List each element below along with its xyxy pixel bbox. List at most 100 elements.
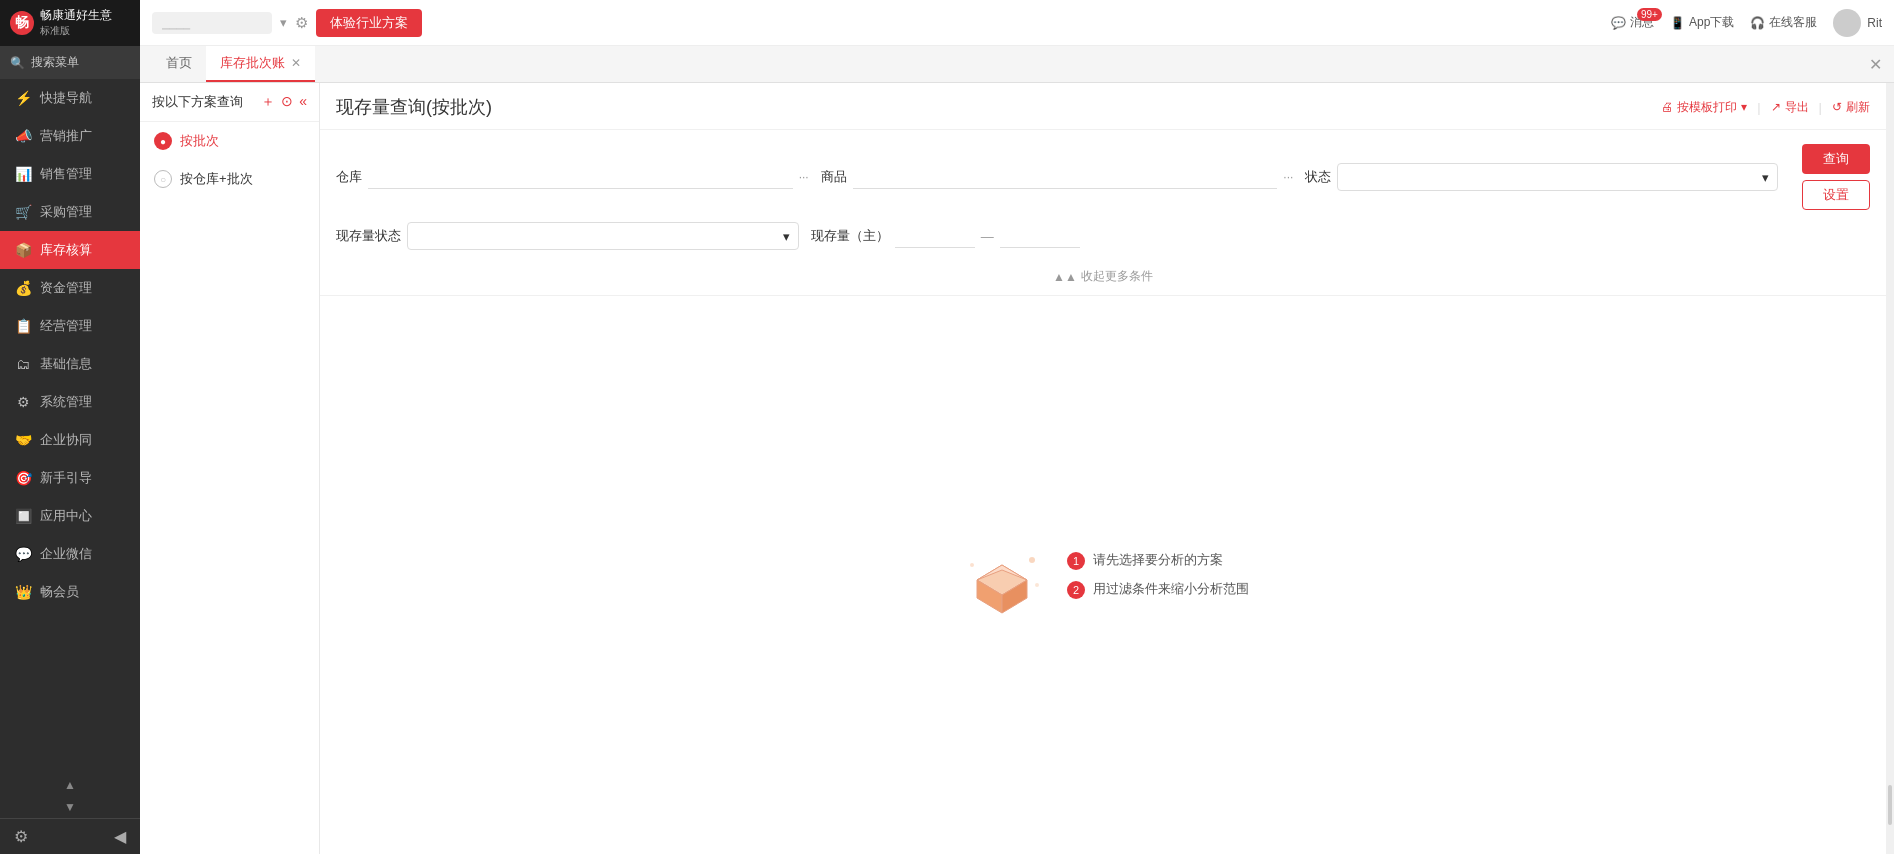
inventory-quantity-from[interactable]	[895, 224, 975, 248]
app-name: 畅康通好生意	[40, 8, 112, 24]
collapse-up-icon: ▲▲	[1053, 270, 1077, 284]
tip-num-2: 2	[1067, 581, 1085, 599]
refresh-btn[interactable]: ↺ 刷新	[1832, 99, 1870, 116]
warehouse-more-icon[interactable]: ···	[799, 170, 809, 184]
plan-label: 按仓库+批次	[180, 170, 253, 188]
system-icon: ⚙	[14, 394, 32, 410]
tab-label: 库存批次账	[220, 54, 285, 72]
warehouse-filter-group: 仓库 ···	[336, 165, 809, 189]
topbar-dropdown-icon[interactable]: ▾	[280, 15, 287, 30]
message-action[interactable]: 💬 消息 99+	[1611, 14, 1654, 31]
collapse-sidebar-icon[interactable]: ◀	[114, 827, 126, 846]
guide-icon: 🎯	[14, 470, 32, 486]
refresh-icon: ↺	[1832, 100, 1842, 114]
tab-close-icon[interactable]: ✕	[291, 56, 301, 70]
sidebar-item-sales[interactable]: 📊 销售管理	[0, 155, 140, 193]
status-select[interactable]: ▾	[1337, 163, 1778, 191]
sidebar-item-guide[interactable]: 🎯 新手引导	[0, 459, 140, 497]
tab-home[interactable]: 首页	[152, 46, 206, 82]
tip-item-1: 1 请先选择要分析的方案	[1067, 551, 1249, 570]
enterprise-icon: 🤝	[14, 432, 32, 448]
sidebar-item-wechat[interactable]: 💬 企业微信	[0, 535, 140, 573]
sidebar-item-finance[interactable]: 💰 资金管理	[0, 269, 140, 307]
sidebar-item-enterprise[interactable]: 🤝 企业协同	[0, 421, 140, 459]
sidebar-footer: ⚙ ◀	[0, 818, 140, 854]
sidebar-scroll-up[interactable]: ▲	[0, 774, 140, 796]
user-action[interactable]: Rit	[1833, 9, 1882, 37]
status-filter-group: 状态 ▾	[1305, 163, 1778, 191]
sidebar-item-label: 系统管理	[40, 393, 92, 411]
tabbar-close-btn[interactable]: ✕	[1869, 55, 1882, 74]
plan-item-batch[interactable]: ● 按批次	[140, 122, 319, 160]
sidebar-item-label: 营销推广	[40, 127, 92, 145]
print-dropdown-icon[interactable]: ▾	[1741, 100, 1747, 114]
online-service-action[interactable]: 🎧 在线客服	[1750, 14, 1817, 31]
sidebar-item-purchase[interactable]: 🛒 采购管理	[0, 193, 140, 231]
app-download-icon: 📱	[1670, 16, 1685, 30]
right-scrollbar[interactable]	[1886, 83, 1894, 854]
svg-point-4	[1029, 557, 1035, 563]
main-area: ⎯⎯⎯⎯ ▾ ⚙ 体验行业方案 💬 消息 99+ 📱 App下载 🎧 在线客服 …	[140, 0, 1894, 854]
filter-row-2: 现存量状态 ▾ 现存量（主） —	[336, 222, 1870, 250]
svg-point-5	[970, 563, 974, 567]
left-panel: 按以下方案查询 ＋ ⊙ « ● 按批次 ○ 按仓库+批次	[140, 83, 320, 854]
inventory-status-select[interactable]: ▾	[407, 222, 799, 250]
sidebar-item-label: 基础信息	[40, 355, 92, 373]
sidebar-item-app-center[interactable]: 🔲 应用中心	[0, 497, 140, 535]
sidebar-item-quick-nav[interactable]: ⚡ 快捷导航	[0, 79, 140, 117]
inventory-quantity-to[interactable]	[1000, 224, 1080, 248]
sidebar-scroll-down[interactable]: ▼	[0, 796, 140, 818]
tip-num-1: 1	[1067, 552, 1085, 570]
warehouse-input[interactable]	[368, 165, 793, 189]
inventory-status-arrow: ▾	[783, 229, 790, 244]
settings-button[interactable]: 设置	[1802, 180, 1870, 210]
sidebar-item-system[interactable]: ⚙ 系统管理	[0, 383, 140, 421]
page-header-actions: 🖨 按模板打印 ▾ | ↗ 导出 | ↺ 刷新	[1661, 99, 1870, 116]
headset-icon: 🎧	[1750, 16, 1765, 30]
inventory-icon: 📦	[14, 242, 32, 258]
print-btn[interactable]: 🖨 按模板打印 ▾	[1661, 99, 1747, 116]
left-panel-header-icons: ＋ ⊙ «	[261, 93, 307, 111]
topbar-gear-icon[interactable]: ⚙	[295, 14, 308, 32]
print-icon: 🖨	[1661, 100, 1673, 114]
inventory-quantity-range: —	[895, 224, 1080, 248]
tip-item-2: 2 用过滤条件来缩小分析范围	[1067, 580, 1249, 599]
app-download-action[interactable]: 📱 App下载	[1670, 14, 1734, 31]
tip-text-2: 用过滤条件来缩小分析范围	[1093, 580, 1249, 598]
marketing-icon: 📣	[14, 128, 32, 144]
sidebar-item-label: 畅会员	[40, 583, 79, 601]
search-menu[interactable]: 🔍 搜索菜单	[0, 46, 140, 79]
trial-btn[interactable]: 体验行业方案	[316, 9, 422, 37]
add-plan-icon[interactable]: ＋	[261, 93, 275, 111]
export-btn[interactable]: ↗ 导出	[1771, 99, 1809, 116]
warehouse-label: 仓库	[336, 168, 362, 186]
collapse-panel-icon[interactable]: «	[299, 93, 307, 111]
collapse-more-btn[interactable]: ▲▲ 收起更多条件	[336, 262, 1870, 287]
empty-state-content: 1 请先选择要分析的方案 2 用过滤条件来缩小分析范围	[957, 530, 1249, 620]
sidebar-item-label: 经营管理	[40, 317, 92, 335]
export-icon: ↗	[1771, 100, 1781, 114]
plan-inactive-icon: ○	[154, 170, 172, 188]
settings-plan-icon[interactable]: ⊙	[281, 93, 293, 111]
settings-icon[interactable]: ⚙	[14, 827, 28, 846]
refresh-label: 刷新	[1846, 99, 1870, 116]
sidebar: 畅 畅康通好生意 标准版 🔍 搜索菜单 ⚡ 快捷导航 📣 营销推广 📊 销售管理…	[0, 0, 140, 854]
sidebar-header: 畅 畅康通好生意 标准版	[0, 0, 140, 46]
topbar-search[interactable]: ⎯⎯⎯⎯	[152, 12, 272, 34]
product-more-icon[interactable]: ···	[1283, 170, 1293, 184]
page-header: 现存量查询(按批次) 🖨 按模板打印 ▾ | ↗ 导出 | ↺	[320, 83, 1886, 130]
query-button[interactable]: 查询	[1802, 144, 1870, 174]
sidebar-item-inventory[interactable]: 📦 库存核算	[0, 231, 140, 269]
tab-inventory-batch[interactable]: 库存批次账 ✕	[206, 46, 315, 82]
sidebar-item-label: 应用中心	[40, 507, 92, 525]
sidebar-item-member[interactable]: 👑 畅会员	[0, 573, 140, 611]
app-download-label: App下载	[1689, 14, 1734, 31]
app-logo: 畅	[10, 11, 34, 35]
plan-item-warehouse-batch[interactable]: ○ 按仓库+批次	[140, 160, 319, 198]
search-menu-label: 搜索菜单	[31, 54, 79, 71]
purchase-icon: 🛒	[14, 204, 32, 220]
product-input[interactable]	[853, 165, 1278, 189]
sidebar-item-basic[interactable]: 🗂 基础信息	[0, 345, 140, 383]
sidebar-item-operation[interactable]: 📋 经营管理	[0, 307, 140, 345]
sidebar-item-marketing[interactable]: 📣 营销推广	[0, 117, 140, 155]
